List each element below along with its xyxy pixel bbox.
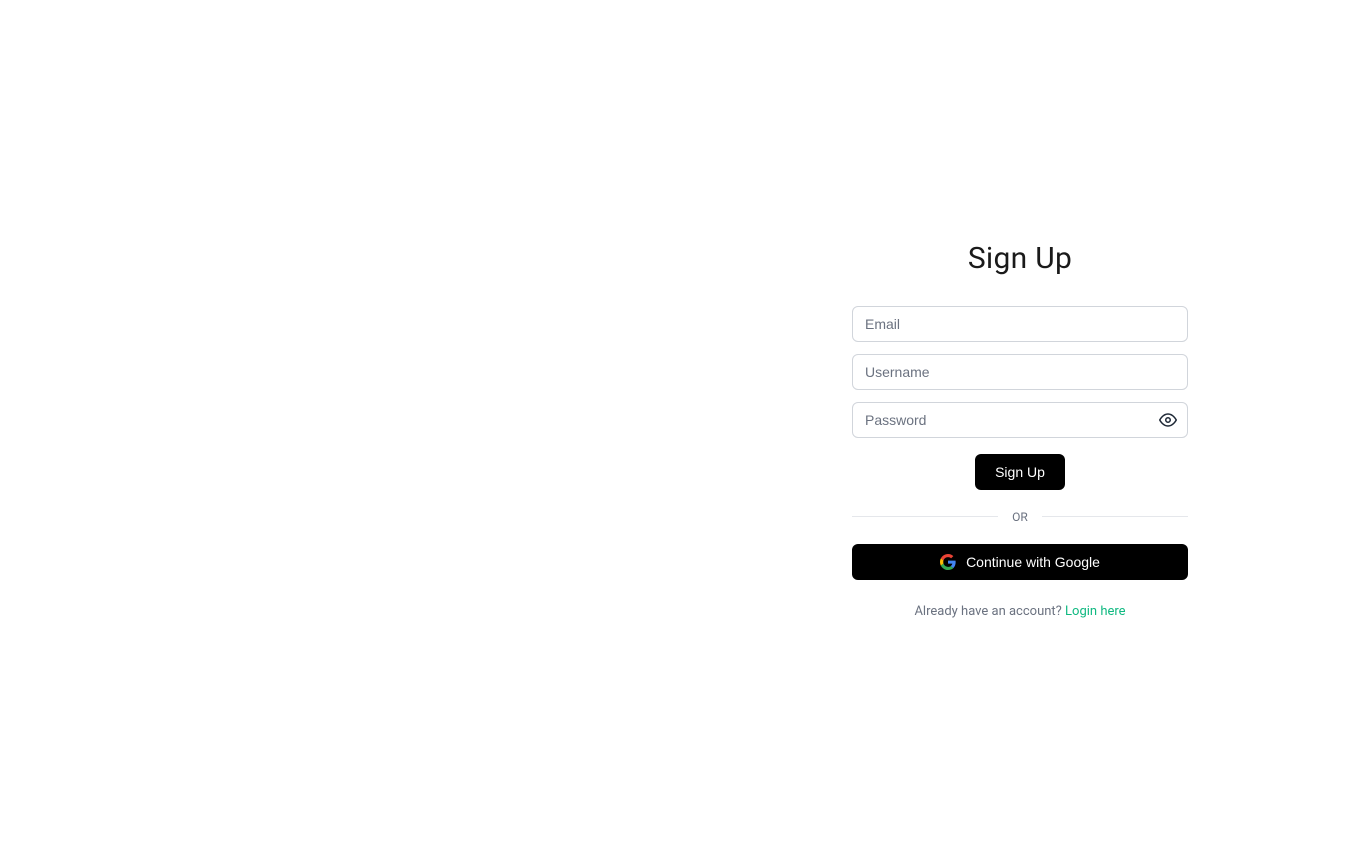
- google-button-label: Continue with Google: [966, 554, 1100, 570]
- email-field[interactable]: [852, 306, 1188, 342]
- left-panel: [0, 0, 680, 859]
- divider-line-left: [852, 516, 998, 517]
- signup-button[interactable]: Sign Up: [975, 454, 1065, 490]
- username-field[interactable]: [852, 354, 1188, 390]
- right-panel: Sign Up Sign Up OR: [680, 0, 1360, 859]
- divider-text: OR: [998, 510, 1042, 524]
- password-wrapper: [852, 402, 1188, 438]
- login-prompt-text: Already have an account?: [914, 604, 1065, 619]
- password-field[interactable]: [852, 402, 1188, 438]
- signup-form: Sign Up Sign Up OR: [852, 241, 1188, 619]
- login-prompt: Already have an account? Login here: [914, 604, 1125, 619]
- page-title: Sign Up: [968, 241, 1072, 276]
- eye-icon: [1159, 411, 1177, 429]
- google-logo-icon: [940, 554, 956, 570]
- login-link[interactable]: Login here: [1065, 604, 1126, 619]
- divider: OR: [852, 510, 1188, 524]
- continue-with-google-button[interactable]: Continue with Google: [852, 544, 1188, 580]
- divider-line-right: [1042, 516, 1188, 517]
- toggle-password-visibility[interactable]: [1158, 410, 1178, 430]
